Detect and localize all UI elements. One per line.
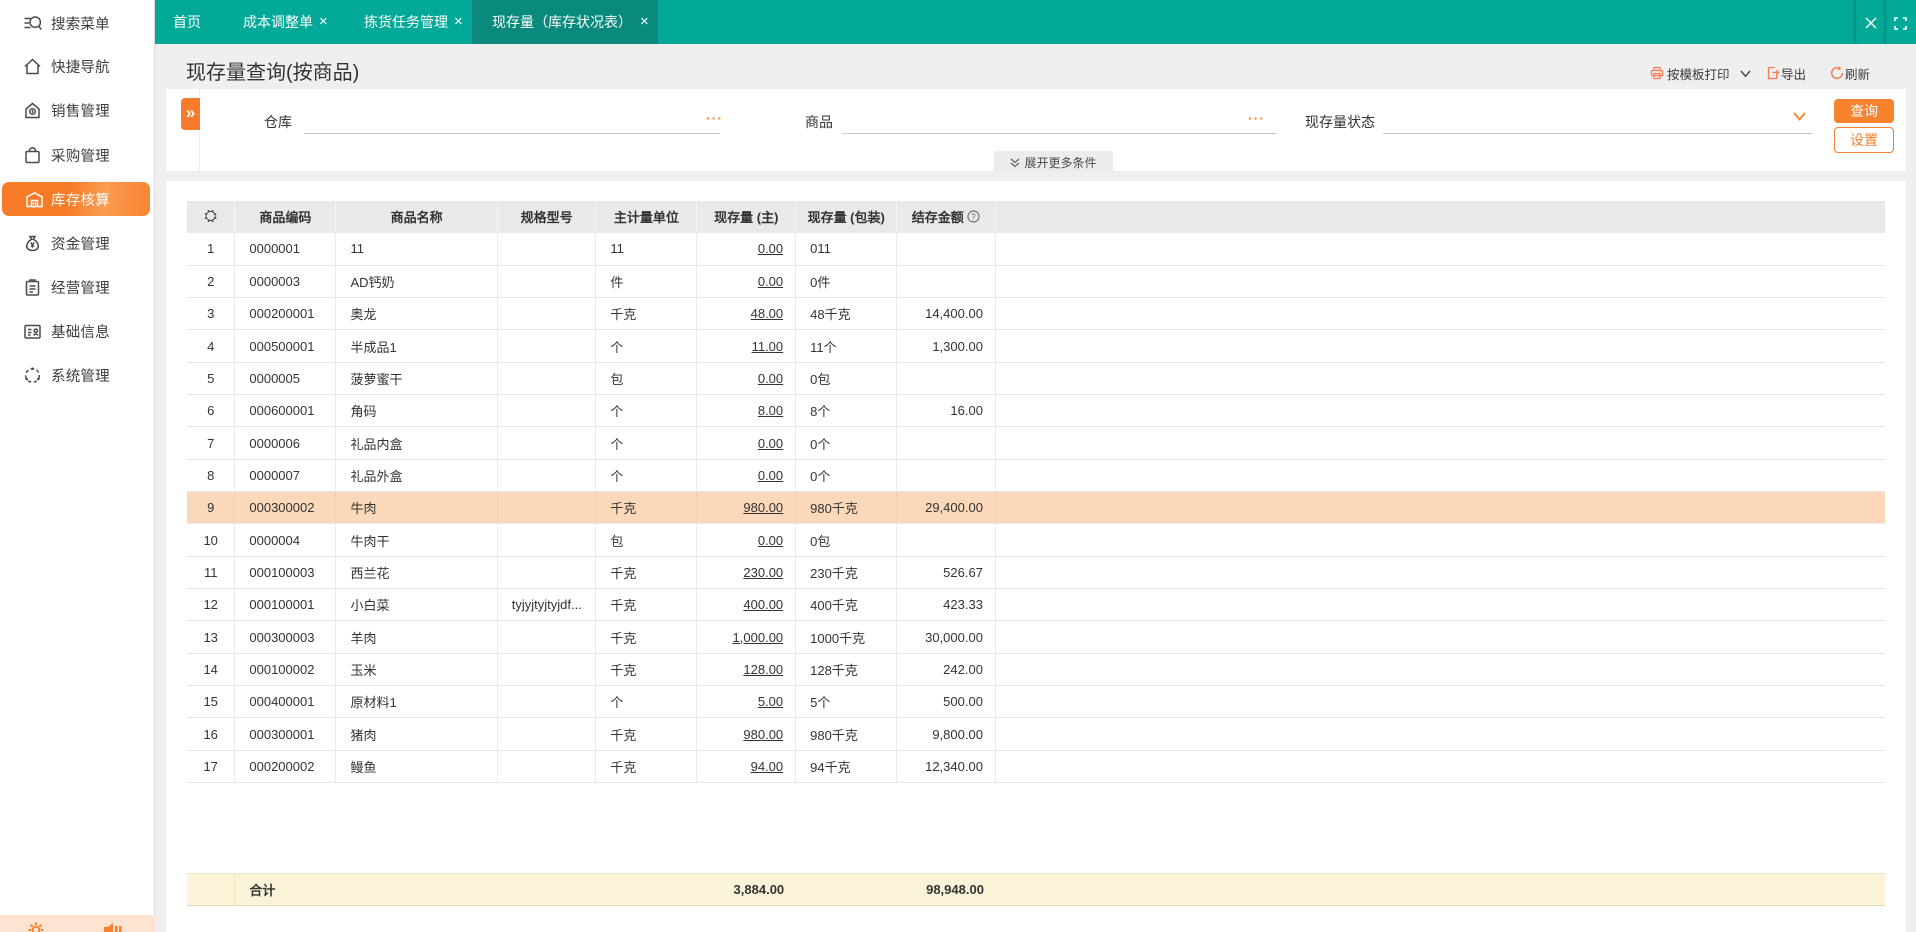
svg-text:?: ?	[972, 213, 977, 222]
